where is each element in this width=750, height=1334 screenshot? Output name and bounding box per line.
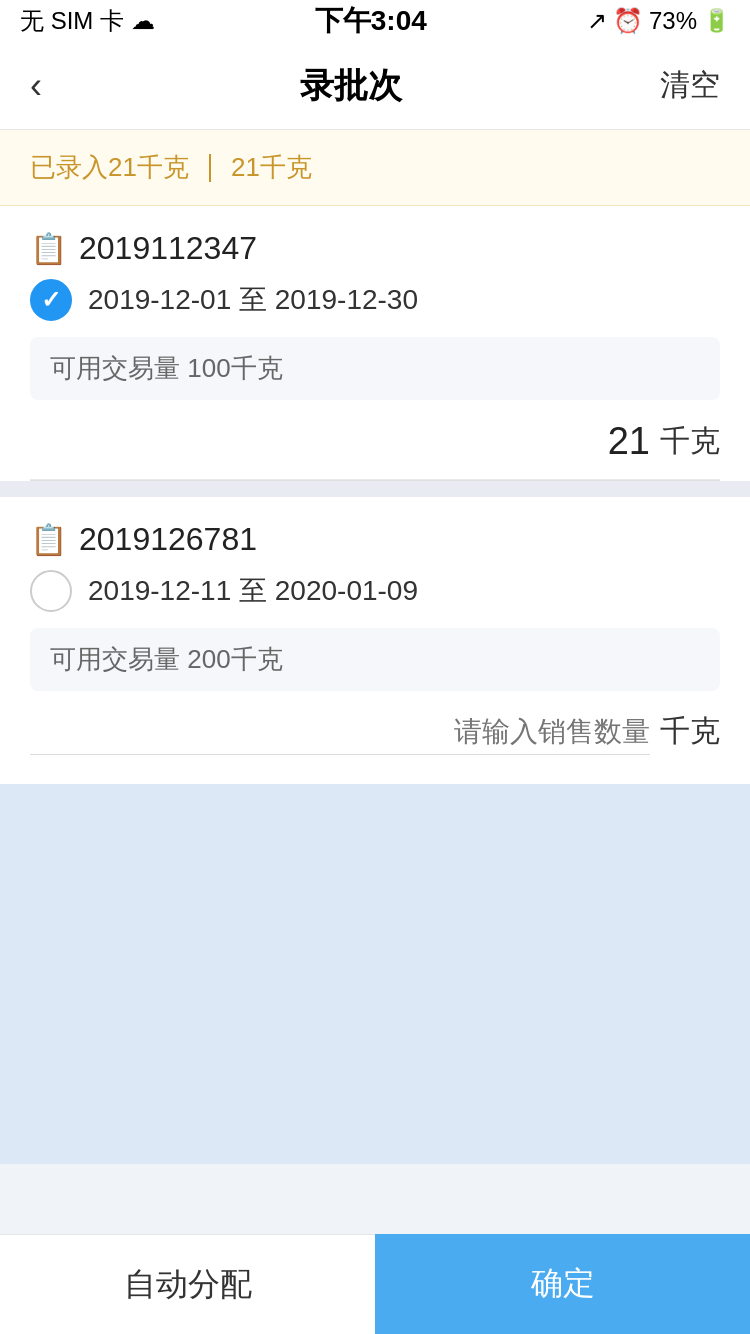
batch-available-2: 可用交易量 200千克 (30, 628, 720, 691)
status-left: 无 SIM 卡 ☁ (20, 5, 155, 37)
batch-quantity-row-1: 千克 (30, 400, 720, 480)
batch-card-1: 📋 2019112347 2019-12-01 至 2019-12-30 可用交… (0, 206, 750, 481)
status-right: ↗ ⏰ 73% 🔋 (587, 7, 730, 35)
batch-icon-1: 📋 (30, 231, 67, 266)
auto-distribute-button[interactable]: 自动分配 (0, 1234, 375, 1334)
quantity-input-1[interactable] (570, 420, 650, 463)
status-bar: 无 SIM 卡 ☁ 下午3:04 ↗ ⏰ 73% 🔋 (0, 0, 750, 42)
batch-date-row-2: 2019-12-11 至 2020-01-09 (30, 570, 720, 612)
quantity-unit-2: 千克 (660, 711, 720, 760)
quantity-unit-1: 千克 (660, 421, 720, 462)
battery-text: 73% (649, 7, 697, 35)
batch-date-1: 2019-12-01 至 2019-12-30 (88, 281, 418, 319)
no-sim-text: 无 SIM 卡 ☁ (20, 5, 155, 37)
radio-1[interactable] (30, 279, 72, 321)
summary-amount: 21千克 (231, 150, 312, 185)
input-underline-2 (30, 754, 650, 755)
back-button[interactable]: ‹ (30, 65, 42, 107)
summary-label: 已录入21千克 (30, 150, 189, 185)
summary-bar: 已录入21千克 21千克 (0, 130, 750, 206)
light-blue-area (0, 784, 750, 1164)
bottom-bar: 自动分配 确定 (0, 1234, 750, 1334)
batch-header-1: 📋 2019112347 (30, 230, 720, 267)
summary-divider (209, 154, 211, 182)
batch-header-2: 📋 2019126781 (30, 521, 720, 558)
batch-id-2: 2019126781 (79, 521, 257, 558)
battery-icon: 🔋 (703, 8, 730, 34)
page-title: 录批次 (300, 63, 402, 109)
alarm-icon: ⏰ (613, 7, 643, 35)
batch-available-1: 可用交易量 100千克 (30, 337, 720, 400)
radio-2[interactable] (30, 570, 72, 612)
batch-icon-2: 📋 (30, 522, 67, 557)
batch-card-2: 📋 2019126781 2019-12-11 至 2020-01-09 可用交… (0, 497, 750, 784)
clear-button[interactable]: 清空 (660, 65, 720, 106)
status-time: 下午3:04 (315, 2, 427, 40)
batch-date-row-1: 2019-12-01 至 2019-12-30 (30, 279, 720, 321)
quantity-input-2[interactable] (30, 716, 650, 748)
batch-separator-1 (0, 481, 750, 497)
batch-id-1: 2019112347 (79, 230, 257, 267)
nav-bar: ‹ 录批次 清空 (0, 42, 750, 130)
location-icon: ↗ (587, 7, 607, 35)
batch-date-2: 2019-12-11 至 2020-01-09 (88, 572, 418, 610)
quantity-input-row-2: 千克 (30, 691, 720, 760)
page-content: 已录入21千克 21千克 📋 2019112347 2019-12-01 至 2… (0, 130, 750, 1264)
confirm-button[interactable]: 确定 (375, 1234, 750, 1334)
